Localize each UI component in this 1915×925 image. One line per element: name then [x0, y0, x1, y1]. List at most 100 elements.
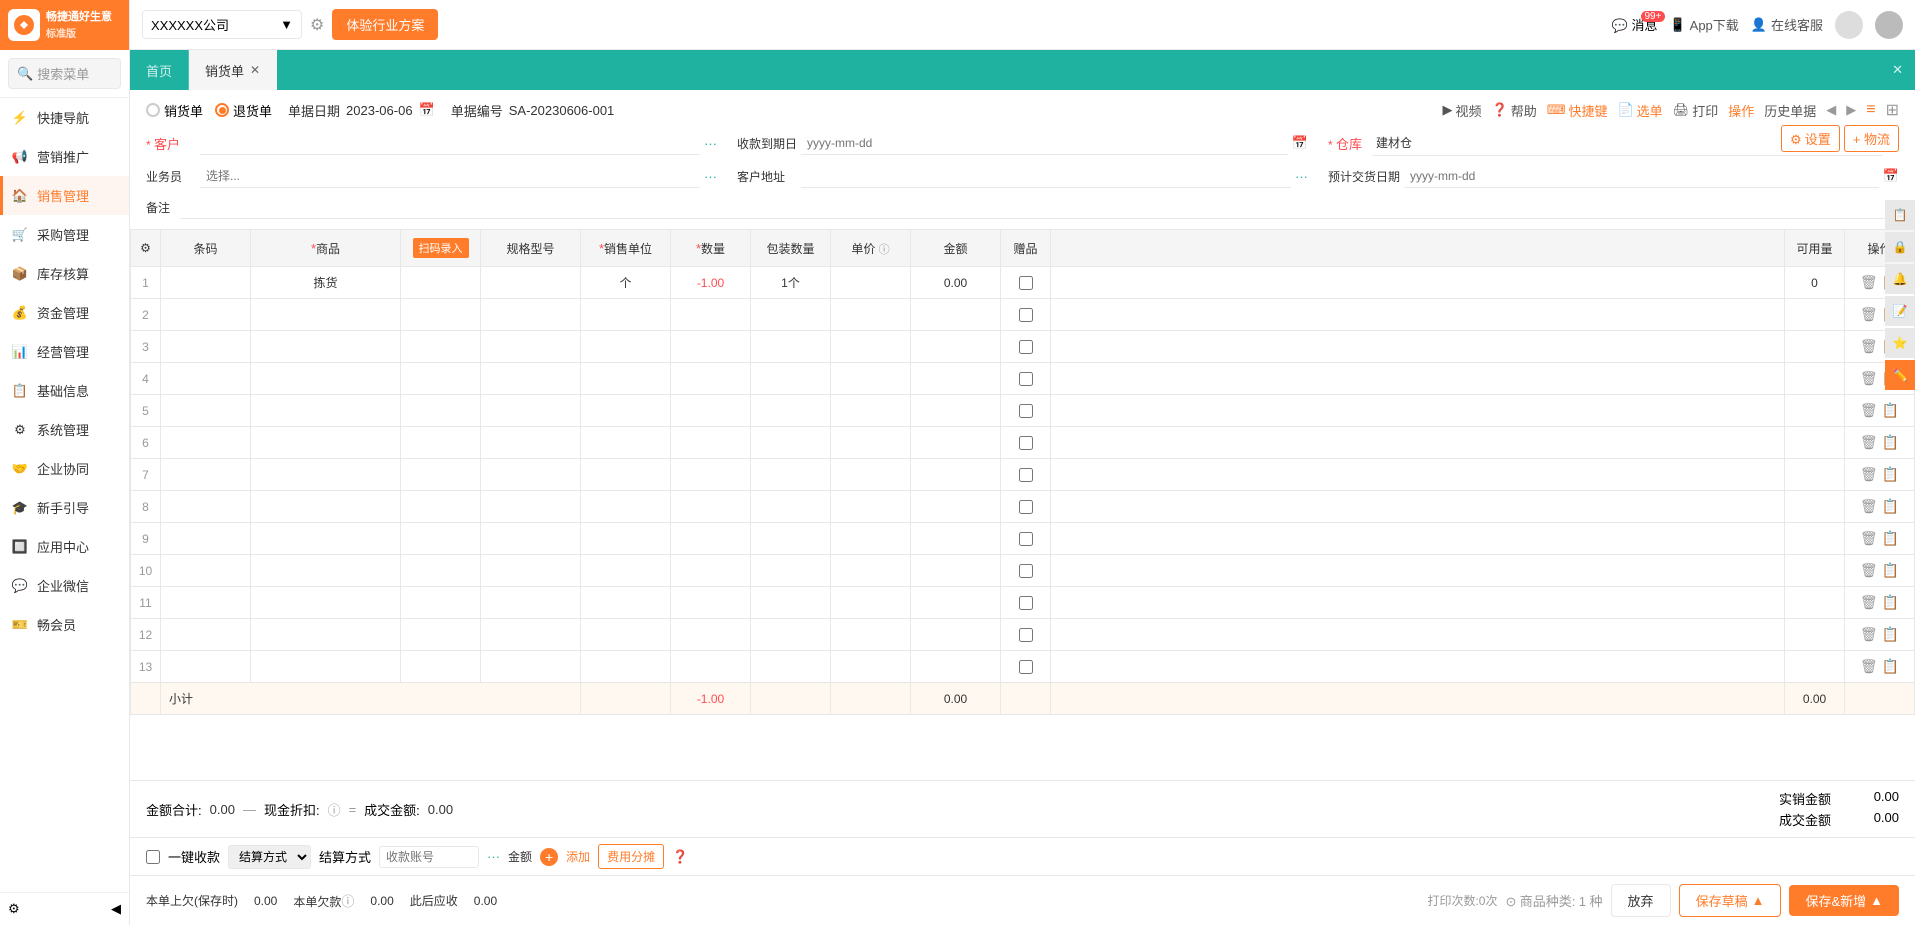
sidebar-item-marketing[interactable]: 📢 营销推广: [0, 137, 129, 176]
customer-addr-input[interactable]: [801, 164, 1291, 188]
tab-home[interactable]: 首页: [130, 50, 189, 90]
gift-checkbox-12[interactable]: [1019, 628, 1033, 642]
save-draft-button[interactable]: 保存草稿 ▲: [1679, 884, 1782, 917]
delete-icon-10[interactable]: 🗑: [1860, 562, 1878, 579]
gift-checkbox-2[interactable]: [1019, 308, 1033, 322]
collapse-icon[interactable]: ◀: [111, 901, 121, 917]
pack-qty-1[interactable]: 1个: [751, 267, 831, 299]
app-download-area[interactable]: 📱 App下载: [1669, 15, 1738, 34]
customer-more-icon[interactable]: ···: [704, 136, 717, 151]
amount-1[interactable]: 0.00: [911, 267, 1001, 299]
copy-icon-12[interactable]: 📋: [1882, 626, 1899, 643]
trial-button[interactable]: 体验行业方案: [332, 9, 438, 40]
help-icon-payment[interactable]: ❓: [672, 849, 688, 865]
delete-icon-4[interactable]: 🗑: [1860, 370, 1878, 387]
video-action[interactable]: ▶ 视频: [1442, 101, 1481, 120]
logistics-button[interactable]: + 物流: [1844, 125, 1899, 152]
delete-icon-8[interactable]: 🗑: [1860, 498, 1878, 515]
settings-gear-icon[interactable]: ⚙: [310, 15, 324, 35]
barcode-1[interactable]: [161, 267, 251, 299]
due-date-calendar-icon[interactable]: 📅: [1292, 135, 1308, 151]
sidebar-item-purchase[interactable]: 🛒 采购管理: [0, 215, 129, 254]
gift-checkbox-13[interactable]: [1019, 660, 1033, 674]
help-icon-owe[interactable]: ⓘ: [341, 894, 354, 909]
delete-icon-7[interactable]: 🗑: [1860, 466, 1878, 483]
right-float-btn-2[interactable]: 🔒: [1885, 232, 1915, 262]
list-view-icon[interactable]: ≡: [1866, 101, 1875, 119]
right-float-btn-1[interactable]: 📋: [1885, 200, 1915, 230]
expected-date-input[interactable]: [1404, 165, 1879, 188]
sidebar-item-inventory[interactable]: 📦 库存核算: [0, 254, 129, 293]
gift-checkbox-7[interactable]: [1019, 468, 1033, 482]
account-input[interactable]: [379, 846, 479, 868]
copy-icon-8[interactable]: 📋: [1882, 498, 1899, 515]
tab-close-icon[interactable]: ✕: [250, 63, 260, 77]
copy-icon-5[interactable]: 📋: [1882, 402, 1899, 419]
customer-input[interactable]: [200, 131, 700, 155]
delete-icon-2[interactable]: 🗑: [1860, 306, 1878, 323]
delete-icon-3[interactable]: 🗑: [1860, 338, 1878, 355]
copy-icon-9[interactable]: 📋: [1882, 530, 1899, 547]
right-float-btn-6[interactable]: ✏️: [1885, 360, 1915, 390]
gift-checkbox-6[interactable]: [1019, 436, 1033, 450]
gift-checkbox-1[interactable]: [1019, 276, 1033, 290]
unit-1[interactable]: 个: [581, 267, 671, 299]
settings-icon[interactable]: ⚙: [8, 901, 20, 917]
radio-sale[interactable]: 销货单: [146, 101, 203, 120]
scan-button[interactable]: 扫码录入: [413, 238, 469, 258]
qty-1[interactable]: -1.00: [671, 267, 751, 299]
gift-1[interactable]: [1001, 267, 1051, 299]
message-area[interactable]: 💬 消息 99+: [1612, 15, 1658, 34]
radio-return[interactable]: 退货单: [215, 101, 272, 120]
copy-icon-7[interactable]: 📋: [1882, 466, 1899, 483]
copy-icon-11[interactable]: 📋: [1882, 594, 1899, 611]
due-date-input[interactable]: [801, 132, 1288, 155]
delete-icon-12[interactable]: 🗑: [1860, 626, 1878, 643]
sidebar-item-enterprise[interactable]: 🤝 企业协同: [0, 449, 129, 488]
note-input[interactable]: [180, 196, 1899, 219]
right-float-btn-4[interactable]: 📝: [1885, 296, 1915, 326]
copy-icon-6[interactable]: 📋: [1882, 434, 1899, 451]
delete-icon-1[interactable]: 🗑: [1860, 274, 1878, 291]
delete-icon-13[interactable]: 🗑: [1860, 658, 1878, 675]
th-config[interactable]: ⚙: [131, 230, 161, 267]
settings-button[interactable]: ⚙ 设置: [1781, 125, 1840, 152]
copy-icon-13[interactable]: 📋: [1882, 658, 1899, 675]
user-avatar[interactable]: [1835, 11, 1863, 39]
gift-checkbox-3[interactable]: [1019, 340, 1033, 354]
shortcut-action[interactable]: ⌨ 快捷键: [1547, 101, 1608, 120]
right-float-btn-3[interactable]: 🔔: [1885, 264, 1915, 294]
gift-checkbox-9[interactable]: [1019, 532, 1033, 546]
add-payment-button[interactable]: +: [540, 848, 558, 866]
sidebar-item-member[interactable]: 🎫 畅会员: [0, 605, 129, 644]
sidebar-item-system[interactable]: ⚙ 系统管理: [0, 410, 129, 449]
one-key-pay-checkbox[interactable]: [146, 850, 160, 864]
copy-icon-10[interactable]: 📋: [1882, 562, 1899, 579]
delete-icon-5[interactable]: 🗑: [1860, 402, 1878, 419]
user-avatar-2[interactable]: [1875, 11, 1903, 39]
addr-more-icon[interactable]: ···: [1295, 169, 1308, 184]
calendar-icon[interactable]: 📅: [419, 102, 435, 118]
spec-1[interactable]: [481, 267, 581, 299]
sidebar-item-capital[interactable]: 💰 资金管理: [0, 293, 129, 332]
right-float-btn-5[interactable]: ⭐: [1885, 328, 1915, 358]
company-selector[interactable]: XXXXXX公司 ▼: [142, 10, 302, 39]
expected-calendar-icon[interactable]: 📅: [1883, 168, 1899, 184]
gift-checkbox-4[interactable]: [1019, 372, 1033, 386]
close-all-tabs[interactable]: ✕: [1880, 50, 1915, 90]
gift-checkbox-10[interactable]: [1019, 564, 1033, 578]
save-new-button[interactable]: 保存&新增 ▲: [1789, 885, 1899, 916]
product-1[interactable]: 拣货: [251, 267, 401, 299]
price-1[interactable]: [831, 267, 911, 299]
abandon-button[interactable]: 放弃: [1611, 884, 1671, 917]
gift-checkbox-5[interactable]: [1019, 404, 1033, 418]
salesperson-input[interactable]: [200, 165, 700, 188]
select-action[interactable]: 📄 选单: [1617, 101, 1662, 120]
delete-icon-11[interactable]: 🗑: [1860, 594, 1878, 611]
help-action[interactable]: ❓ 帮助: [1492, 101, 1537, 120]
sidebar-item-management[interactable]: 📊 经营管理: [0, 332, 129, 371]
gift-checkbox-11[interactable]: [1019, 596, 1033, 610]
sidebar-item-wechat[interactable]: 💬 企业微信: [0, 566, 129, 605]
sidebar-item-sales[interactable]: 🏠 销售管理: [0, 176, 129, 215]
delete-icon-6[interactable]: 🗑: [1860, 434, 1878, 451]
